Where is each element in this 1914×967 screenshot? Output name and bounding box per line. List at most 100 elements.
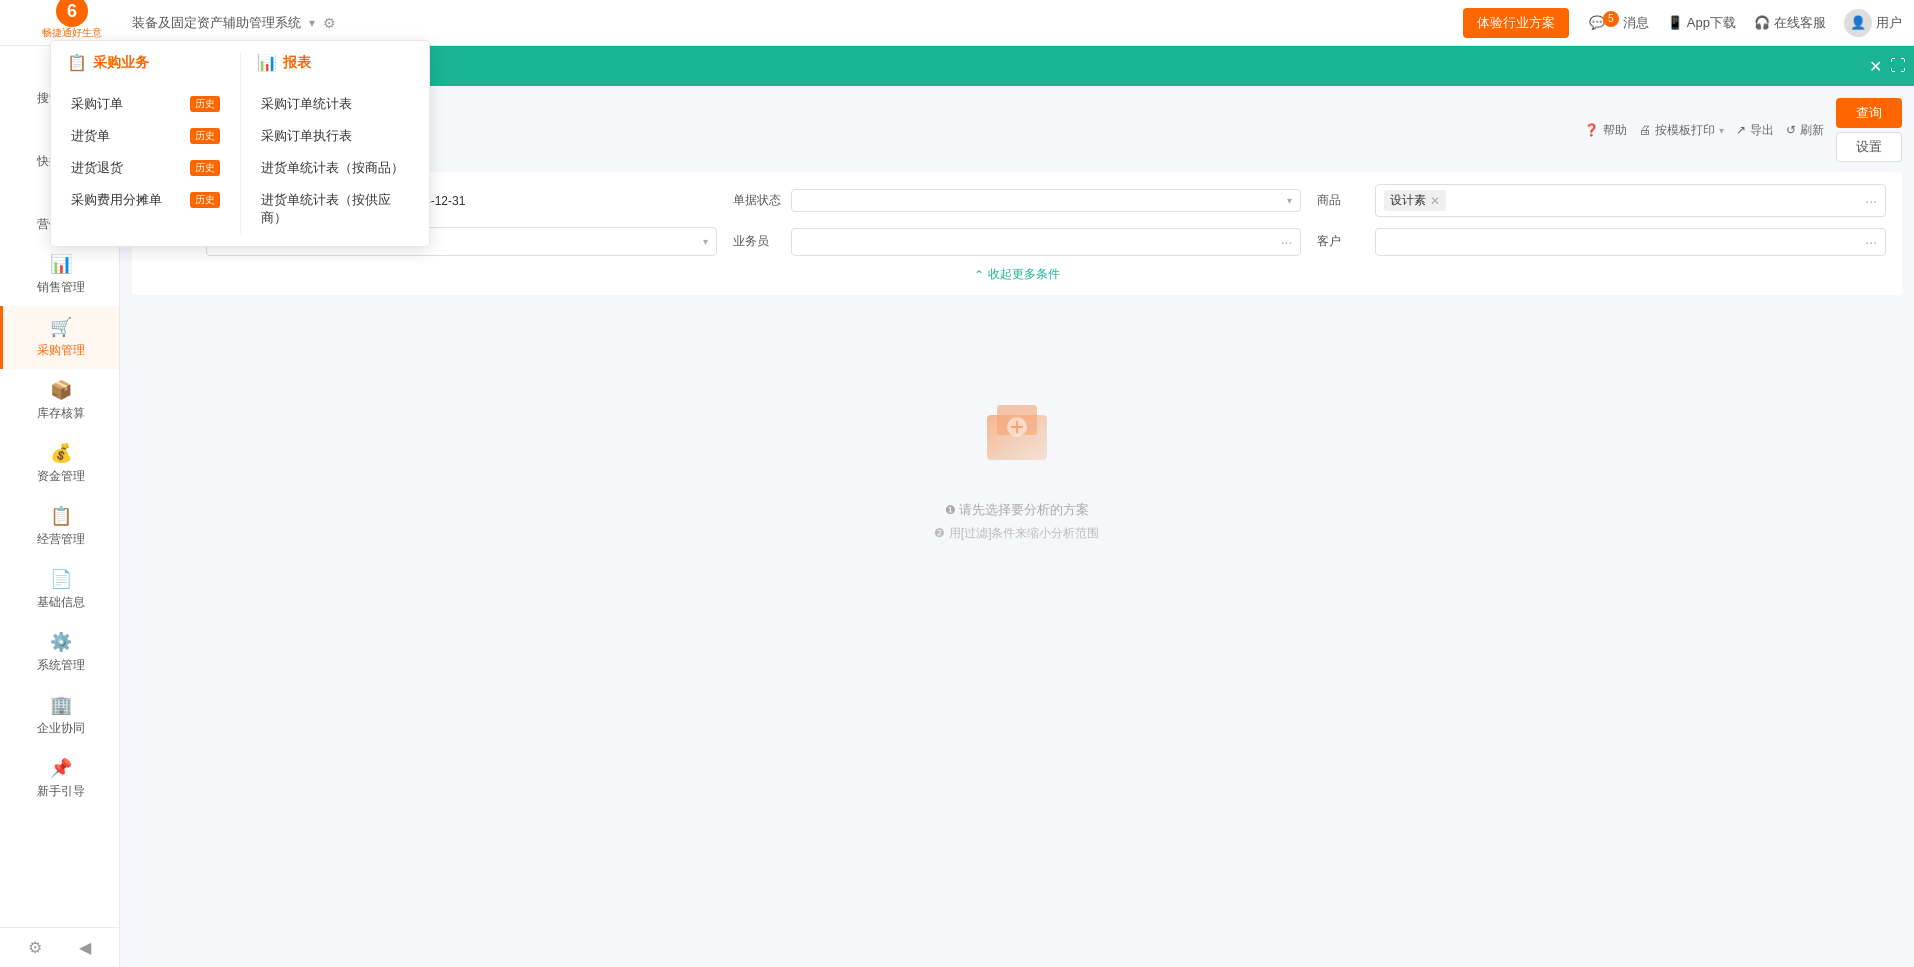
finance-icon: 💰 bbox=[50, 442, 72, 464]
bottom-collapse-icon[interactable]: ◀ bbox=[79, 938, 91, 957]
collapse-label: 收起更多条件 bbox=[988, 266, 1060, 283]
report-column: 📊 报表 采购订单统计表 采购订单执行表 进货单统计表（按商品） 进货单统计表（… bbox=[240, 53, 430, 234]
report-header-label: 报表 bbox=[283, 54, 311, 72]
trial-button[interactable]: 体验行业方案 bbox=[1463, 8, 1569, 38]
dropdown-item-goods-return[interactable]: 进货退货 历史 bbox=[67, 152, 224, 184]
goods-tag-text: 设计素 bbox=[1390, 192, 1426, 209]
sidebar-item-inventory[interactable]: 📦 库存核算 bbox=[0, 369, 119, 432]
goods-receipt-label: 进货单 bbox=[71, 127, 110, 145]
customer-filter-label: 客户 bbox=[1317, 233, 1367, 250]
goods-return-history-badge: 历史 bbox=[190, 160, 220, 176]
dropdown-item-receipt-by-supplier[interactable]: 进货单统计表（按供应商） bbox=[257, 184, 414, 234]
app-download-item[interactable]: 📱 App下载 bbox=[1667, 14, 1736, 32]
dropdown-item-po-exec[interactable]: 采购订单执行表 bbox=[257, 120, 414, 152]
help-toolbar-item[interactable]: ❓ 帮助 bbox=[1584, 122, 1627, 139]
sidebar-item-newbie[interactable]: 📌 新手引导 bbox=[0, 747, 119, 810]
sidebar-item-label: 资金管理 bbox=[37, 468, 85, 485]
staff-filter-item: 业务员 ··· bbox=[733, 228, 1302, 256]
sidebar-bottom: ⚙ ◀ bbox=[0, 927, 119, 967]
sidebar-item-enterprise[interactable]: 🏢 企业协同 bbox=[0, 684, 119, 747]
sales-icon: 📊 bbox=[50, 253, 72, 275]
staff-filter-label: 业务员 bbox=[733, 233, 783, 250]
phone-icon: 📱 bbox=[1667, 15, 1683, 30]
user-label: 用户 bbox=[1876, 14, 1902, 32]
avatar: 👤 bbox=[1844, 9, 1872, 37]
operations-icon: 📋 bbox=[50, 505, 72, 527]
purchase-icon: 🛒 bbox=[50, 316, 72, 338]
sidebar-item-purchase[interactable]: 🛒 采购管理 bbox=[0, 306, 119, 369]
tab-minimize-icon[interactable]: ✕ bbox=[1869, 57, 1882, 76]
staff-more-icon: ··· bbox=[1281, 234, 1293, 250]
sidebar-item-label: 企业协同 bbox=[37, 720, 85, 737]
export-icon: ↗ bbox=[1736, 123, 1746, 137]
message-item[interactable]: 💬 5 消息 bbox=[1589, 14, 1649, 32]
sidebar-item-label: 销售管理 bbox=[37, 279, 85, 296]
status-arrow-icon: ▾ bbox=[1287, 195, 1292, 206]
goods-filter-control[interactable]: 设计素 ✕ ··· bbox=[1375, 184, 1886, 217]
headset-icon: 🎧 bbox=[1754, 15, 1770, 30]
message-badge: 5 bbox=[1603, 11, 1619, 27]
goods-tag-close[interactable]: ✕ bbox=[1430, 194, 1440, 208]
report-header-icon: 📊 bbox=[257, 53, 277, 72]
purchase-business-header: 📋 采购业务 bbox=[67, 53, 224, 78]
system-dropdown-arrow[interactable]: ▾ bbox=[309, 16, 315, 30]
settings-button[interactable]: 设置 bbox=[1836, 132, 1902, 162]
status-filter-label: 单据状态 bbox=[733, 192, 783, 209]
dropdown-item-receipt-by-goods[interactable]: 进货单统计表（按商品） bbox=[257, 152, 414, 184]
rank-arrow-icon: ▾ bbox=[703, 236, 708, 247]
inventory-icon: 📦 bbox=[50, 379, 72, 401]
purchase-header-label: 采购业务 bbox=[93, 54, 149, 72]
status-filter-control[interactable]: ▾ bbox=[791, 189, 1302, 212]
customer-more-icon: ··· bbox=[1865, 234, 1877, 250]
staff-filter-control[interactable]: ··· bbox=[791, 228, 1302, 256]
sidebar-item-operations[interactable]: 📋 经营管理 bbox=[0, 495, 119, 558]
goods-return-label: 进货退货 bbox=[71, 159, 123, 177]
settings-icon[interactable]: ⚙ bbox=[323, 15, 336, 31]
empty-illustration bbox=[967, 385, 1067, 485]
purchase-order-label: 采购订单 bbox=[71, 95, 123, 113]
collapse-button[interactable]: ⌃ 收起更多条件 bbox=[148, 266, 1886, 283]
print-dropdown-icon: ▾ bbox=[1719, 125, 1724, 136]
sidebar-item-baseinfo[interactable]: 📄 基础信息 bbox=[0, 558, 119, 621]
logo-icon: 6 bbox=[56, 0, 88, 27]
customer-filter-control[interactable]: ··· bbox=[1375, 228, 1886, 256]
query-button[interactable]: 查询 bbox=[1836, 98, 1902, 128]
sidebar-item-sales[interactable]: 📊 销售管理 bbox=[0, 243, 119, 306]
sidebar-item-label: 系统管理 bbox=[37, 657, 85, 674]
purchase-header-icon: 📋 bbox=[67, 53, 87, 72]
refresh-icon: ↺ bbox=[1786, 123, 1796, 137]
print-label: 按模板打印 bbox=[1655, 122, 1715, 139]
customer-filter-item: 客户 ··· bbox=[1317, 228, 1886, 256]
goods-filter-item: 商品 设计素 ✕ ··· bbox=[1317, 184, 1886, 217]
dropdown-item-purchase-expense[interactable]: 采购费用分摊单 历史 bbox=[67, 184, 224, 216]
empty-hint2: ❷ 用[过滤]条件来缩小分析范围 bbox=[934, 525, 1099, 542]
dropdown-item-goods-receipt[interactable]: 进货单 历史 bbox=[67, 120, 224, 152]
online-service-item[interactable]: 🎧 在线客服 bbox=[1754, 14, 1826, 32]
sidebar-item-finance[interactable]: 💰 资金管理 bbox=[0, 432, 119, 495]
po-exec-label: 采购订单执行表 bbox=[261, 127, 352, 145]
help-label: 帮助 bbox=[1603, 122, 1627, 139]
sidebar-item-label: 库存核算 bbox=[37, 405, 85, 422]
tab-expand-icon[interactable]: ⛶ bbox=[1890, 57, 1906, 75]
enterprise-icon: 🏢 bbox=[50, 694, 72, 716]
dropdown-item-purchase-order[interactable]: 采购订单 历史 bbox=[67, 88, 224, 120]
goods-tag: 设计素 ✕ bbox=[1384, 190, 1446, 211]
sidebar-item-label: 采购管理 bbox=[37, 342, 85, 359]
goods-more-icon[interactable]: ··· bbox=[1865, 193, 1877, 209]
empty-state: ❶ 请先选择要分析的方案 ❷ 用[过滤]条件来缩小分析范围 bbox=[132, 305, 1902, 622]
print-toolbar-item[interactable]: 🖨 按模板打印 ▾ bbox=[1639, 122, 1724, 139]
empty-hint1: ❶ 请先选择要分析的方案 bbox=[945, 501, 1089, 519]
app-download-label: App下载 bbox=[1687, 14, 1736, 32]
user-item[interactable]: 👤 用户 bbox=[1844, 9, 1902, 37]
purchase-business-column: 📋 采购业务 采购订单 历史 进货单 历史 进货退货 历史 采购费用分摊单 历史 bbox=[51, 53, 240, 234]
purchase-order-history-badge: 历史 bbox=[190, 96, 220, 112]
purchase-dropdown-menu: 📋 采购业务 采购订单 历史 进货单 历史 进货退货 历史 采购费用分摊单 历史… bbox=[50, 40, 430, 247]
report-header: 📊 报表 bbox=[257, 53, 414, 78]
export-toolbar-item[interactable]: ↗ 导出 bbox=[1736, 122, 1774, 139]
sidebar-item-system[interactable]: ⚙️ 系统管理 bbox=[0, 621, 119, 684]
refresh-toolbar-item[interactable]: ↺ 刷新 bbox=[1786, 122, 1824, 139]
dropdown-item-po-stats[interactable]: 采购订单统计表 bbox=[257, 88, 414, 120]
bottom-settings-icon[interactable]: ⚙ bbox=[28, 938, 42, 957]
system-name: 装备及固定资产辅助管理系统 bbox=[132, 14, 301, 32]
system-title-area: 装备及固定资产辅助管理系统 ▾ ⚙ bbox=[132, 14, 1463, 32]
